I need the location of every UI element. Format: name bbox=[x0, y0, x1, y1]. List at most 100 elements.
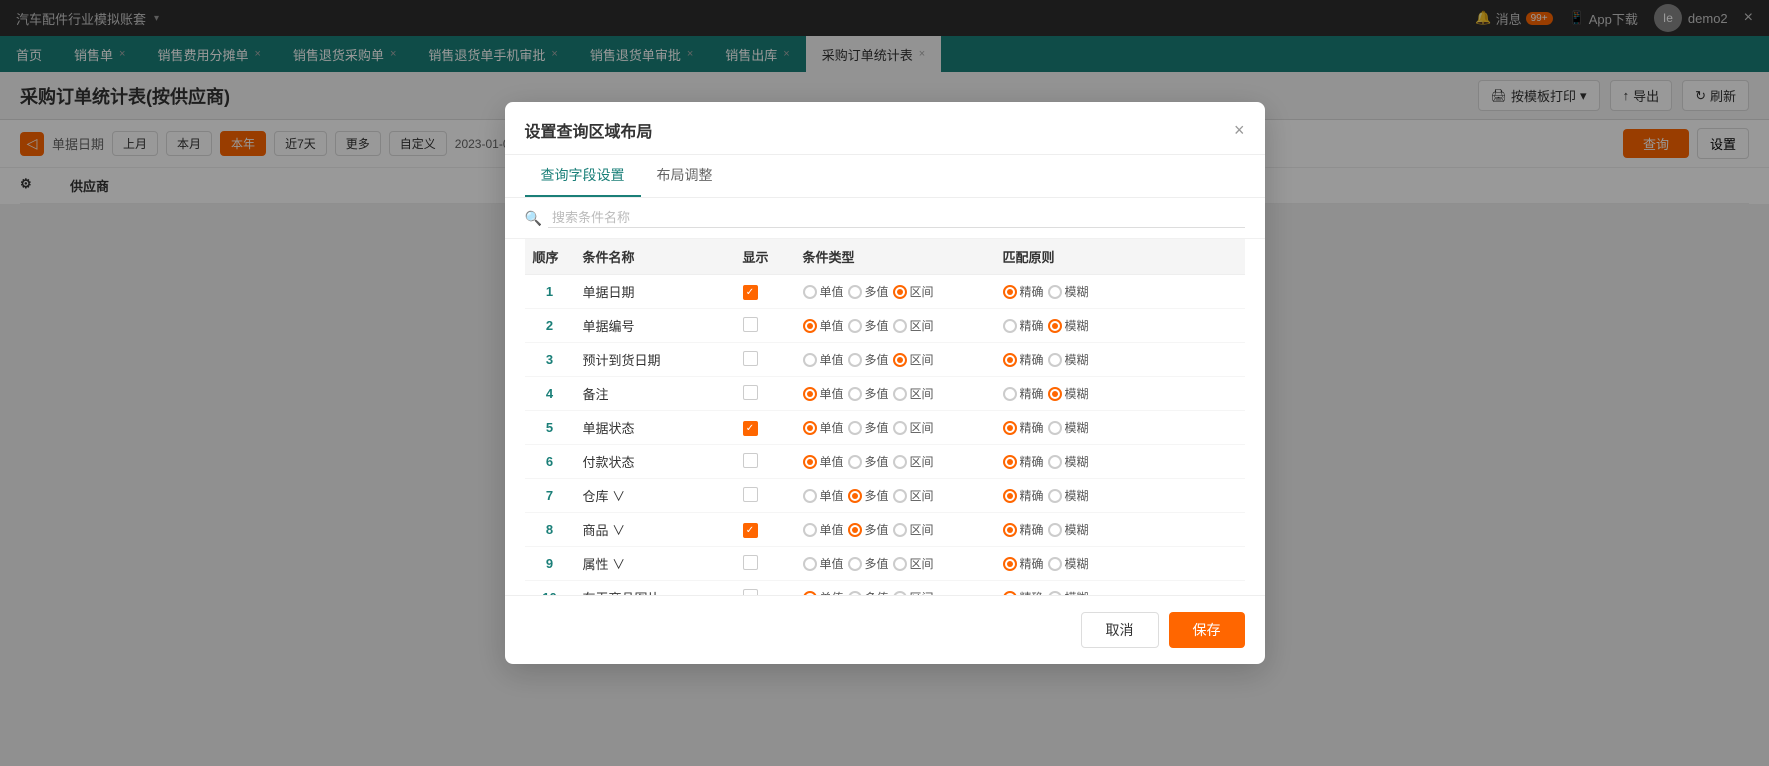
row2-fuzzy[interactable]: 模糊 bbox=[1048, 317, 1089, 334]
row2-range[interactable]: 区间 bbox=[893, 317, 934, 334]
row9-fuzzy-radio[interactable] bbox=[1048, 557, 1062, 571]
row8-exact[interactable]: 精确 bbox=[1003, 521, 1044, 538]
row5-range-radio[interactable] bbox=[893, 421, 907, 435]
row1-range[interactable]: 区间 bbox=[893, 283, 934, 300]
row3-fuzzy-radio[interactable] bbox=[1048, 353, 1062, 367]
row7-range-radio[interactable] bbox=[893, 489, 907, 503]
row9-range[interactable]: 区间 bbox=[893, 555, 934, 572]
row6-fuzzy[interactable]: 模糊 bbox=[1048, 453, 1089, 470]
row6-fuzzy-radio[interactable] bbox=[1048, 455, 1062, 469]
row9-multi[interactable]: 多值 bbox=[848, 555, 889, 572]
row4-range[interactable]: 区间 bbox=[893, 385, 934, 402]
row3-multi-radio[interactable] bbox=[848, 353, 862, 367]
row1-fuzzy[interactable]: 模糊 bbox=[1048, 283, 1089, 300]
row5-range[interactable]: 区间 bbox=[893, 419, 934, 436]
tab-layout-adjust[interactable]: 布局调整 bbox=[641, 155, 729, 197]
row1-range-radio[interactable] bbox=[893, 285, 907, 299]
row2-single-radio[interactable] bbox=[803, 319, 817, 333]
row7-fuzzy[interactable]: 模糊 bbox=[1048, 487, 1089, 504]
row3-range[interactable]: 区间 bbox=[893, 351, 934, 368]
row1-display[interactable]: ✓ bbox=[735, 283, 795, 300]
row4-exact[interactable]: 精确 bbox=[1003, 385, 1044, 402]
row7-exact[interactable]: 精确 bbox=[1003, 487, 1044, 504]
row5-fuzzy-radio[interactable] bbox=[1048, 421, 1062, 435]
row8-display[interactable]: ✓ bbox=[735, 521, 795, 538]
row4-fuzzy-radio[interactable] bbox=[1048, 387, 1062, 401]
row5-single[interactable]: 单值 bbox=[803, 419, 844, 436]
row5-fuzzy[interactable]: 模糊 bbox=[1048, 419, 1089, 436]
row9-multi-radio[interactable] bbox=[848, 557, 862, 571]
row7-single-radio[interactable] bbox=[803, 489, 817, 503]
row6-multi[interactable]: 多值 bbox=[848, 453, 889, 470]
row8-multi-radio[interactable] bbox=[848, 523, 862, 537]
row4-display[interactable] bbox=[735, 385, 795, 403]
cancel-button[interactable]: 取消 bbox=[1081, 612, 1159, 648]
row6-multi-radio[interactable] bbox=[848, 455, 862, 469]
row1-exact-radio[interactable] bbox=[1003, 285, 1017, 299]
row8-display-checkbox[interactable]: ✓ bbox=[743, 523, 758, 538]
save-button[interactable]: 保存 bbox=[1169, 612, 1245, 648]
row5-single-radio[interactable] bbox=[803, 421, 817, 435]
row2-exact-radio[interactable] bbox=[1003, 319, 1017, 333]
row4-display-checkbox[interactable] bbox=[743, 385, 758, 400]
row3-display-checkbox[interactable] bbox=[743, 351, 758, 366]
row3-display[interactable] bbox=[735, 351, 795, 369]
row6-range-radio[interactable] bbox=[893, 455, 907, 469]
row1-multi-radio[interactable] bbox=[848, 285, 862, 299]
row6-range[interactable]: 区间 bbox=[893, 453, 934, 470]
row7-single[interactable]: 单值 bbox=[803, 487, 844, 504]
row8-multi[interactable]: 多值 bbox=[848, 521, 889, 538]
row1-single-radio[interactable] bbox=[803, 285, 817, 299]
row8-single[interactable]: 单值 bbox=[803, 521, 844, 538]
row6-single[interactable]: 单值 bbox=[803, 453, 844, 470]
row2-multi-radio[interactable] bbox=[848, 319, 862, 333]
row2-display[interactable] bbox=[735, 317, 795, 335]
row4-multi-radio[interactable] bbox=[848, 387, 862, 401]
row9-display-checkbox[interactable] bbox=[743, 555, 758, 570]
dialog-close-button[interactable]: × bbox=[1234, 120, 1245, 141]
row7-range[interactable]: 区间 bbox=[893, 487, 934, 504]
row7-fuzzy-radio[interactable] bbox=[1048, 489, 1062, 503]
row3-exact[interactable]: 精确 bbox=[1003, 351, 1044, 368]
row1-exact[interactable]: 精确 bbox=[1003, 283, 1044, 300]
row4-single[interactable]: 单值 bbox=[803, 385, 844, 402]
row4-single-radio[interactable] bbox=[803, 387, 817, 401]
row9-range-radio[interactable] bbox=[893, 557, 907, 571]
row2-display-checkbox[interactable] bbox=[743, 317, 758, 332]
row5-display-checkbox[interactable]: ✓ bbox=[743, 421, 758, 436]
row6-single-radio[interactable] bbox=[803, 455, 817, 469]
row7-display[interactable] bbox=[735, 487, 795, 505]
row2-multi[interactable]: 多值 bbox=[848, 317, 889, 334]
row7-multi[interactable]: 多值 bbox=[848, 487, 889, 504]
row8-single-radio[interactable] bbox=[803, 523, 817, 537]
row1-display-checkbox[interactable]: ✓ bbox=[743, 285, 758, 300]
row2-fuzzy-radio[interactable] bbox=[1048, 319, 1062, 333]
row9-display[interactable] bbox=[735, 555, 795, 573]
row9-exact[interactable]: 精确 bbox=[1003, 555, 1044, 572]
row9-single[interactable]: 单值 bbox=[803, 555, 844, 572]
row6-exact-radio[interactable] bbox=[1003, 455, 1017, 469]
row3-multi[interactable]: 多值 bbox=[848, 351, 889, 368]
row1-multi[interactable]: 多值 bbox=[848, 283, 889, 300]
tab-query-fields[interactable]: 查询字段设置 bbox=[525, 155, 641, 197]
search-input[interactable] bbox=[548, 208, 1245, 228]
row6-display-checkbox[interactable] bbox=[743, 453, 758, 468]
row3-single[interactable]: 单值 bbox=[803, 351, 844, 368]
row8-range-radio[interactable] bbox=[893, 523, 907, 537]
row2-single[interactable]: 单值 bbox=[803, 317, 844, 334]
row8-exact-radio[interactable] bbox=[1003, 523, 1017, 537]
row4-range-radio[interactable] bbox=[893, 387, 907, 401]
row3-range-radio[interactable] bbox=[893, 353, 907, 367]
row9-fuzzy[interactable]: 模糊 bbox=[1048, 555, 1089, 572]
row5-exact[interactable]: 精确 bbox=[1003, 419, 1044, 436]
row4-fuzzy[interactable]: 模糊 bbox=[1048, 385, 1089, 402]
row5-multi-radio[interactable] bbox=[848, 421, 862, 435]
row8-range[interactable]: 区间 bbox=[893, 521, 934, 538]
row7-display-checkbox[interactable] bbox=[743, 487, 758, 502]
row1-single[interactable]: 单值 bbox=[803, 283, 844, 300]
row9-exact-radio[interactable] bbox=[1003, 557, 1017, 571]
row5-display[interactable]: ✓ bbox=[735, 419, 795, 436]
row8-fuzzy[interactable]: 模糊 bbox=[1048, 521, 1089, 538]
row4-exact-radio[interactable] bbox=[1003, 387, 1017, 401]
row5-multi[interactable]: 多值 bbox=[848, 419, 889, 436]
